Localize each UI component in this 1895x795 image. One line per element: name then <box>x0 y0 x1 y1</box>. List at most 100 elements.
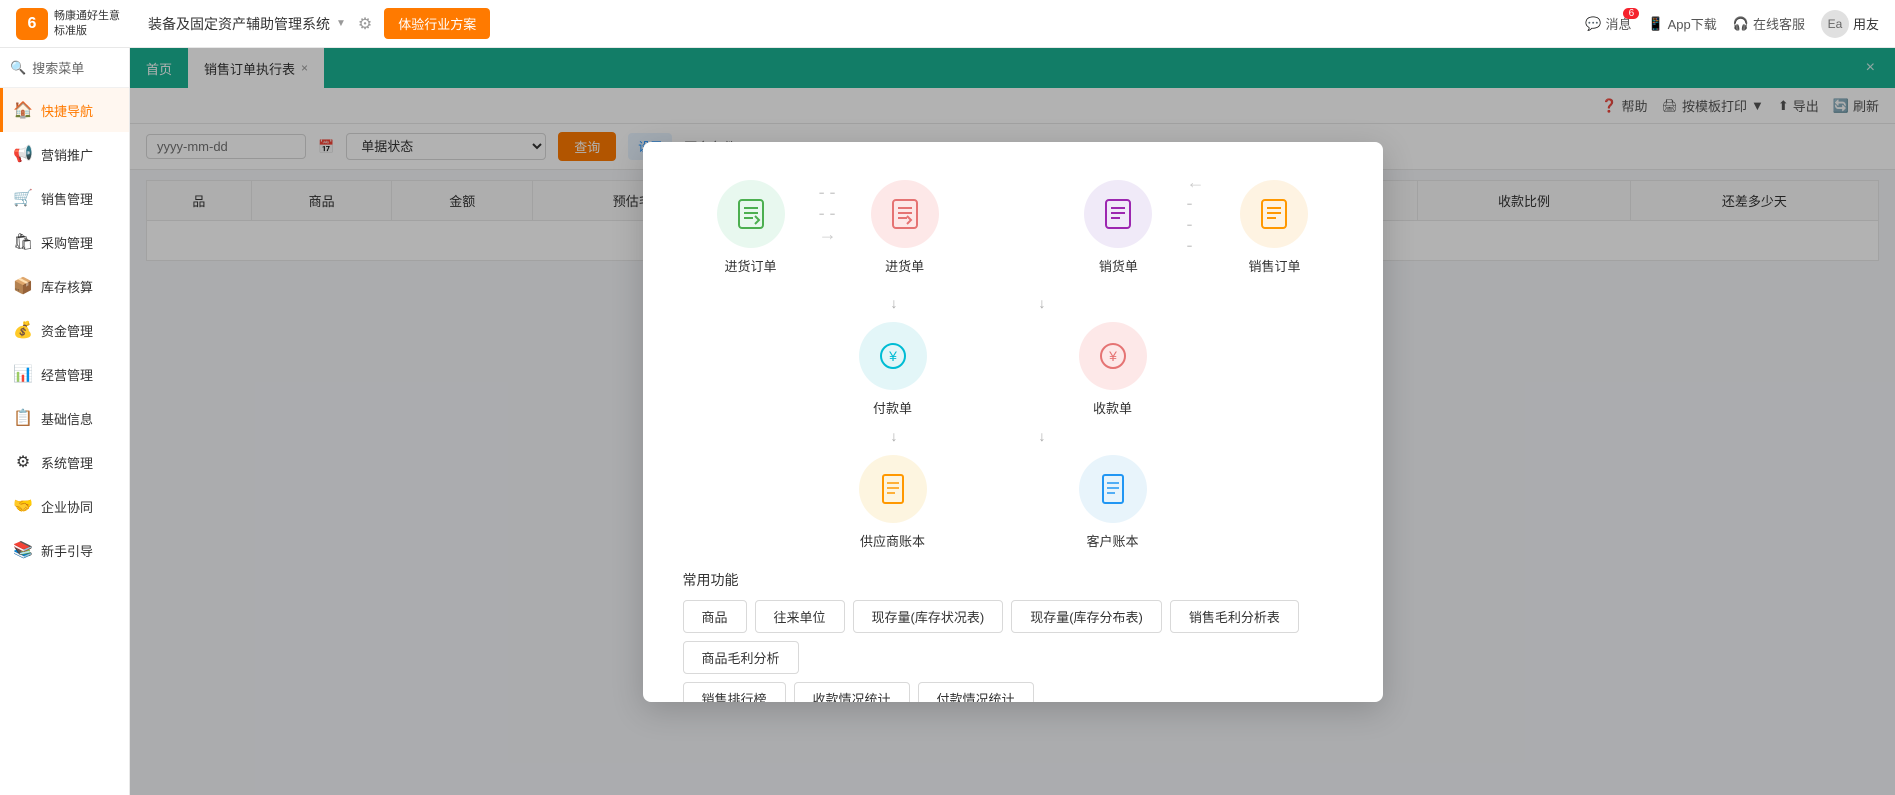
tab-bar-end: × <box>1846 59 1895 77</box>
tab-close-icon[interactable]: × <box>301 61 308 75</box>
customer-ledger-icon <box>1079 455 1147 523</box>
refresh-icon: 🔄 <box>1833 98 1849 114</box>
quick-buttons-row2: 销售排行榜 收款情况统计 付款情况统计 <box>683 682 1343 702</box>
flow-row-arrows: ↓ ↓ <box>683 294 1343 312</box>
user-area[interactable]: Ea 用友 <box>1821 10 1879 38</box>
svg-text:¥: ¥ <box>888 348 897 364</box>
user-label: 用友 <box>1853 14 1879 33</box>
logo-icon: 6 <box>16 8 48 40</box>
sales-bill-icon <box>1084 180 1152 248</box>
status-select[interactable]: 单据状态 <box>346 133 546 160</box>
flow-item-customer-ledger[interactable]: 客户账本 <box>1043 455 1183 550</box>
message-icon: 💬 <box>1585 16 1601 32</box>
flow-row-2: ¥ 付款单 ¥ 收款单 <box>683 322 1343 417</box>
col-days-left: 还差多少天 <box>1630 181 1878 221</box>
date-input[interactable] <box>146 134 306 159</box>
flow-item-sales-order[interactable]: 销售订单 <box>1206 180 1342 275</box>
purchase-icon: 🛍 <box>13 232 33 252</box>
payment-icon: ¥ <box>859 322 927 390</box>
export-icon: ⬆ <box>1778 98 1789 114</box>
newbie-icon: 📚 <box>13 540 33 560</box>
help-button[interactable]: ❓ 帮助 <box>1601 96 1647 115</box>
logo-area: 6 畅康通好生意 标准版 <box>16 8 136 40</box>
finance-icon: 💰 <box>13 320 33 340</box>
quick-btn-goods[interactable]: 商品 <box>683 600 747 633</box>
avatar: Ea <box>1821 10 1849 38</box>
sidebar-item-inventory[interactable]: 📦 库存核算 <box>0 264 129 308</box>
search-icon: 🔍 <box>10 60 26 76</box>
query-button[interactable]: 查询 <box>558 132 616 161</box>
enterprise-icon: 🤝 <box>13 496 33 516</box>
flow-item-purchase-order[interactable]: 进货订单 <box>683 180 819 275</box>
sidebar-item-sales[interactable]: 🛒 销售管理 <box>0 176 129 220</box>
system-icon: ⚙ <box>13 452 33 472</box>
quick-buttons-container: 商品 往来单位 现存量(库存状况表) 现存量(库存分布表) 销售毛利分析表 商品… <box>683 600 1343 674</box>
quick-btn-sales-profit[interactable]: 销售毛利分析表 <box>1170 600 1299 633</box>
app-download-button[interactable]: 📱 App下载 <box>1647 14 1716 33</box>
flow-row-1: 进货订单 - - - - → 进货单 <box>683 172 1343 284</box>
sales-order-icon <box>1240 180 1308 248</box>
quick-btn-stock-status[interactable]: 现存量(库存状况表) <box>853 600 1004 633</box>
sidebar: 🔍 搜索菜单 🏠 快捷导航 📢 营销推广 🛒 销售管理 🛍 采购管理 📦 <box>0 48 130 795</box>
sidebar-item-enterprise[interactable]: 🤝 企业协同 <box>0 484 129 528</box>
quick-btn-stock-dist[interactable]: 现存量(库存分布表) <box>1011 600 1162 633</box>
purchase-bill-icon <box>871 180 939 248</box>
sidebar-item-finance[interactable]: 💰 资金管理 <box>0 308 129 352</box>
system-title: 装备及固定资产辅助管理系统 ▼ <box>148 14 346 34</box>
purchase-order-icon <box>717 180 785 248</box>
quick-title: 常用功能 <box>683 570 1343 590</box>
calendar-icon[interactable]: 📅 <box>318 139 334 155</box>
flow-row-3: 供应商账本 客户账本 <box>683 455 1343 550</box>
arrow-2: ← - - - <box>1186 172 1206 284</box>
search-menu-button[interactable]: 🔍 搜索菜单 <box>0 48 129 88</box>
col-amount: 金额 <box>392 181 533 221</box>
tab-bar: 首页 销售订单执行表 × × <box>130 48 1895 88</box>
col-receipt-ratio: 收款比例 <box>1418 181 1630 221</box>
operations-icon: 📊 <box>13 364 33 384</box>
help-icon: ❓ <box>1601 98 1617 114</box>
flow-item-supplier-ledger[interactable]: 供应商账本 <box>823 455 963 550</box>
sidebar-item-system[interactable]: ⚙ 系统管理 <box>0 440 129 484</box>
sidebar-item-newbie[interactable]: 📚 新手引导 <box>0 528 129 572</box>
flow-diagram: 进货订单 - - - - → 进货单 <box>683 172 1343 550</box>
quick-btn-payment-stats[interactable]: 付款情况统计 <box>918 682 1034 702</box>
window-close-icon[interactable]: × <box>1858 59 1883 76</box>
flow-item-receipt[interactable]: ¥ 收款单 <box>1043 322 1183 417</box>
receipt-icon: ¥ <box>1079 322 1147 390</box>
supplier-ledger-icon <box>859 455 927 523</box>
sidebar-item-quick-nav[interactable]: 🏠 快捷导航 <box>0 88 129 132</box>
flow-item-sales-bill[interactable]: 销货单 <box>1050 180 1186 275</box>
system-dropdown-arrow[interactable]: ▼ <box>336 18 346 29</box>
online-service-button[interactable]: 🎧 在线客服 <box>1733 14 1805 33</box>
sidebar-item-purchase[interactable]: 🛍 采购管理 <box>0 220 129 264</box>
service-icon: 🎧 <box>1733 16 1749 32</box>
sidebar-item-operations[interactable]: 📊 经营管理 <box>0 352 129 396</box>
flow-row-arrows-2: ↓ ↓ <box>683 427 1343 445</box>
home-icon: 🏠 <box>13 100 33 120</box>
quick-btn-goods-profit[interactable]: 商品毛利分析 <box>683 641 799 674</box>
gear-icon[interactable]: ⚙ <box>358 14 372 34</box>
flow-item-purchase-bill[interactable]: 进货单 <box>837 180 973 275</box>
sales-icon: 🛒 <box>13 188 33 208</box>
flow-item-payment[interactable]: ¥ 付款单 <box>823 322 963 417</box>
sidebar-item-basic-info[interactable]: 📋 基础信息 <box>0 396 129 440</box>
tab-sales-order[interactable]: 销售订单执行表 × <box>188 48 324 88</box>
marketing-icon: 📢 <box>13 144 33 164</box>
quick-nav-modal: 进货订单 - - - - → 进货单 <box>643 142 1383 702</box>
trial-button[interactable]: 体验行业方案 <box>384 8 490 39</box>
svg-text:¥: ¥ <box>1108 348 1117 364</box>
col-pin: 品 <box>147 181 252 221</box>
quick-btn-contacts[interactable]: 往来单位 <box>755 600 845 633</box>
export-button[interactable]: ⬆ 导出 <box>1778 96 1819 115</box>
basic-info-icon: 📋 <box>13 408 33 428</box>
message-button[interactable]: 💬 消息 6 <box>1585 14 1631 33</box>
template-print-button[interactable]: 🖨 按模板打印 ▼ <box>1661 96 1763 115</box>
logo-text: 畅康通好生意 标准版 <box>54 9 120 38</box>
sidebar-item-marketing[interactable]: 📢 营销推广 <box>0 132 129 176</box>
toolbar: ❓ 帮助 🖨 按模板打印 ▼ ⬆ 导出 🔄 刷新 <box>130 88 1895 124</box>
quick-btn-sales-rank[interactable]: 销售排行榜 <box>683 682 786 702</box>
quick-btn-receipt-stats[interactable]: 收款情况统计 <box>794 682 910 702</box>
refresh-button[interactable]: 🔄 刷新 <box>1833 96 1879 115</box>
print-dropdown-icon: ▼ <box>1751 98 1764 113</box>
tab-home[interactable]: 首页 <box>130 48 188 88</box>
